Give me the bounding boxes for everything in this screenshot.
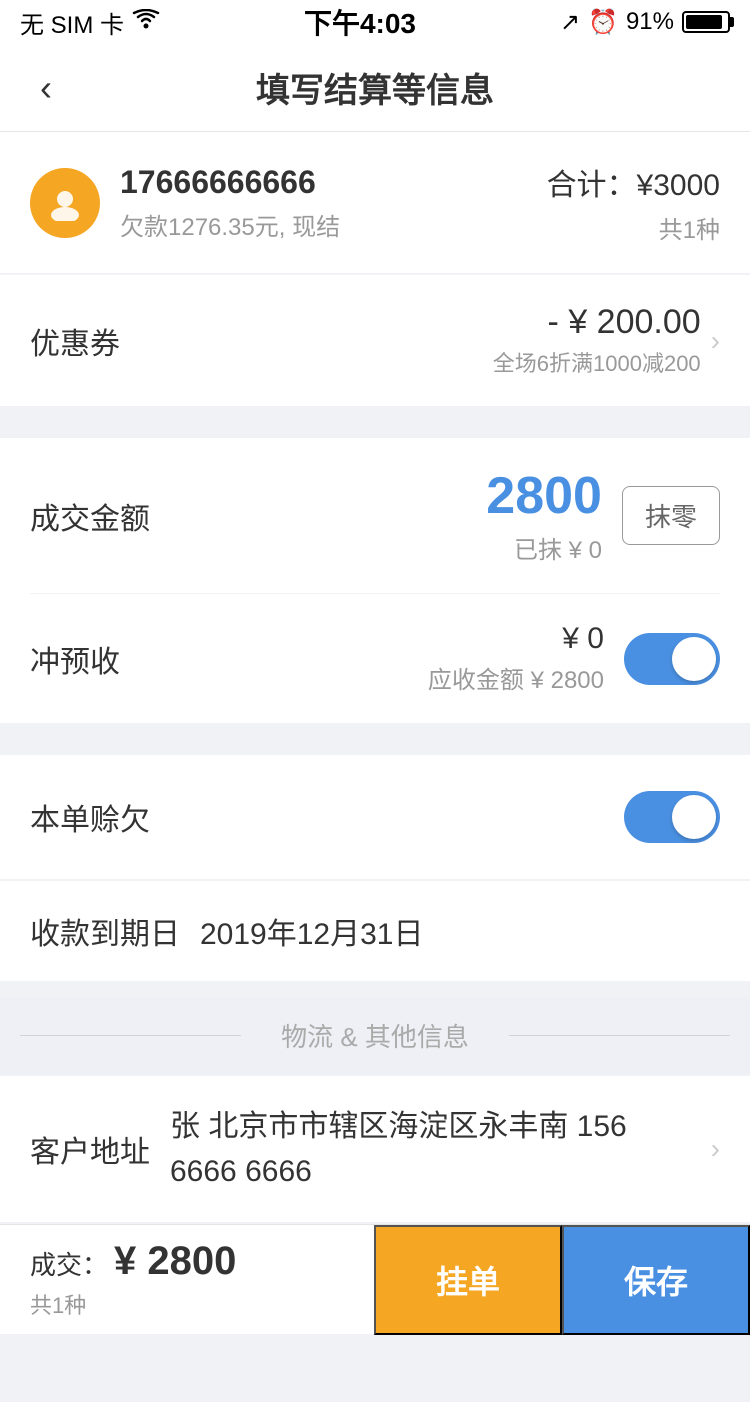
status-bar: 无 SIM 卡 下午4:03 ↗ ⏰ 91% — [0, 0, 750, 44]
prepay-label: 冲预收 — [30, 637, 120, 681]
prepay-desc: 应收金额 ¥ 2800 — [428, 660, 604, 695]
status-time: 下午4:03 — [304, 2, 416, 42]
duedate-value: 2019年12月31日 — [200, 909, 423, 953]
debt-row: 本单赊欠 — [30, 755, 720, 879]
user-right: 合计：¥3000 共1种 — [547, 160, 720, 245]
user-count: 共1种 — [547, 210, 720, 245]
bottom-summary: 成交： ¥ 2800 共1种 — [0, 1239, 374, 1320]
user-card: 17666666666 欠款1276.35元, 现结 合计：¥3000 共1种 — [0, 132, 750, 273]
debt-toggle-knob — [672, 795, 716, 839]
user-info: 17666666666 欠款1276.35元, 现结 — [120, 164, 340, 242]
round-zero-button[interactable]: 抹零 — [622, 486, 720, 545]
debt-section: 本单赊欠 — [0, 755, 750, 879]
deal-zeroed: 已抹 ¥ 0 — [486, 530, 602, 565]
page-title: 填写结算等信息 — [256, 63, 494, 112]
bottom-bar: 成交： ¥ 2800 共1种 挂单 保存 — [0, 1224, 750, 1334]
deal-amount-row: 成交金额 2800 已抹 ¥ 0 抹零 — [30, 438, 720, 594]
coupon-chevron: › — [711, 325, 720, 357]
duedate-section: 收款到期日 2019年12月31日 — [0, 881, 750, 981]
content: 17666666666 欠款1276.35元, 现结 合计：¥3000 共1种 … — [0, 132, 750, 1402]
prepay-toggle[interactable] — [624, 633, 720, 685]
address-value: 张 北京市市辖区海淀区永丰南 156 6666 6666 — [170, 1104, 691, 1194]
coupon-label: 优惠券 — [30, 319, 120, 363]
deal-amount-label: 成交金额 — [30, 494, 150, 538]
location-icon: ↗ — [560, 8, 580, 37]
user-left: 17666666666 欠款1276.35元, 现结 — [30, 164, 340, 242]
debt-label: 本单赊欠 — [30, 795, 150, 839]
logistics-text: 物流 & 其他信息 — [281, 1017, 469, 1054]
bottom-deal-label: 成交： — [30, 1245, 108, 1282]
prepay-toggle-area: ¥ 0 应收金额 ¥ 2800 — [428, 622, 720, 695]
deal-section: 成交金额 2800 已抹 ¥ 0 抹零 冲预收 ¥ 0 应收金额 ¥ 2800 — [0, 438, 750, 723]
carrier-text: 无 SIM 卡 — [20, 5, 124, 40]
back-button[interactable]: ‹ — [30, 57, 62, 119]
hang-button[interactable]: 挂单 — [374, 1225, 562, 1335]
battery-icon — [682, 11, 730, 33]
bottom-deal-amount: ¥ 2800 — [114, 1239, 236, 1284]
section-divider-1 — [0, 422, 750, 438]
logistics-line-left — [20, 1035, 241, 1036]
status-left: 无 SIM 卡 — [20, 5, 160, 40]
logistics-line-right — [509, 1035, 730, 1036]
address-chevron: › — [711, 1133, 720, 1165]
user-debt: 欠款1276.35元, 现结 — [120, 207, 340, 242]
bottom-deal: 成交： ¥ 2800 — [30, 1239, 344, 1284]
coupon-amount: - ¥ 200.00 — [493, 303, 701, 342]
duedate-label: 收款到期日 — [30, 909, 180, 953]
user-total: 合计：¥3000 — [547, 160, 720, 204]
avatar — [30, 168, 100, 238]
prepay-amount: ¥ 0 — [428, 622, 604, 656]
prepay-right: ¥ 0 应收金额 ¥ 2800 — [428, 622, 604, 695]
bottom-count: 共1种 — [30, 1288, 344, 1320]
prepay-toggle-knob — [672, 637, 716, 681]
user-phone: 17666666666 — [120, 164, 340, 201]
address-section[interactable]: 客户地址 张 北京市市辖区海淀区永丰南 156 6666 6666 › — [0, 1076, 750, 1222]
coupon-right: - ¥ 200.00 全场6折满1000减200 › — [493, 303, 720, 378]
address-label: 客户地址 — [30, 1127, 150, 1171]
section-divider-2 — [0, 723, 750, 739]
save-button[interactable]: 保存 — [562, 1225, 750, 1335]
deal-right: 2800 已抹 ¥ 0 抹零 — [486, 466, 720, 565]
status-right: ↗ ⏰ 91% — [560, 8, 730, 37]
prepay-row: 冲预收 ¥ 0 应收金额 ¥ 2800 — [30, 594, 720, 723]
deal-amount-value: 2800 — [486, 466, 602, 526]
nav-bar: ‹ 填写结算等信息 — [0, 44, 750, 132]
coupon-desc: 全场6折满1000减200 — [493, 346, 701, 378]
wifi-icon — [132, 8, 160, 36]
debt-toggle[interactable] — [624, 791, 720, 843]
alarm-icon: ⏰ — [588, 8, 618, 37]
battery-percent: 91% — [626, 8, 674, 36]
logistics-divider: 物流 & 其他信息 — [0, 997, 750, 1074]
coupon-row[interactable]: 优惠券 - ¥ 200.00 全场6折满1000减200 › — [0, 275, 750, 406]
